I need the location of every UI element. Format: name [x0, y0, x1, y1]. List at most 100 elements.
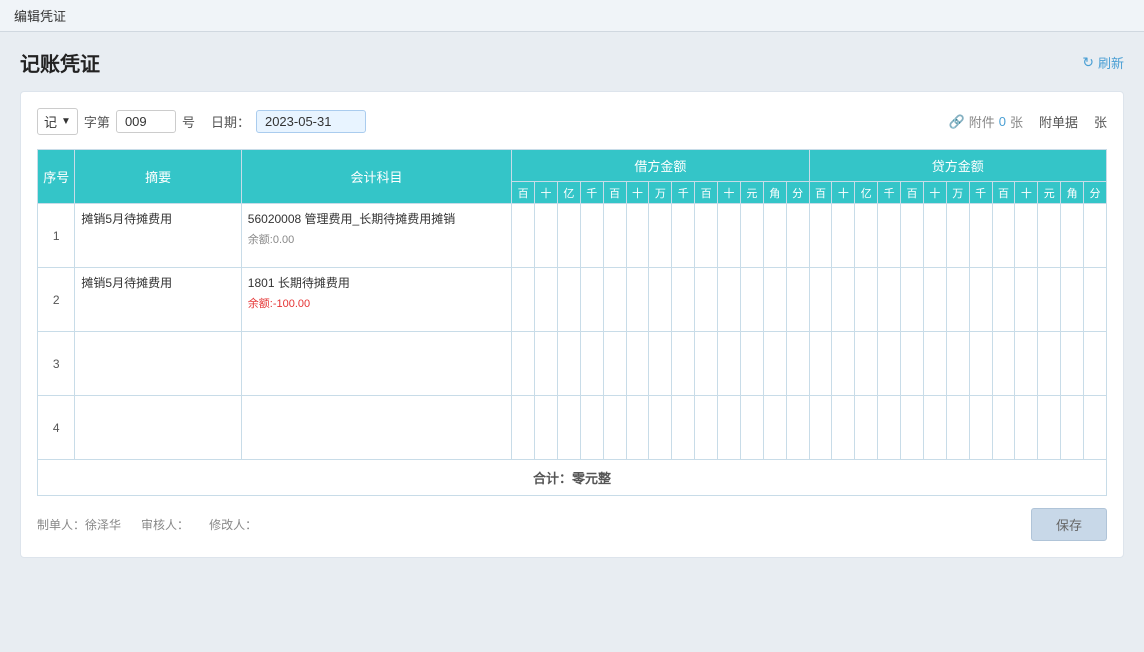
table-row[interactable]: 3 — [38, 332, 1107, 396]
refresh-button[interactable]: ↻ 刷新 — [1082, 53, 1124, 72]
row-credit-digit-1[interactable] — [809, 332, 832, 396]
row-summary[interactable]: 摊销5月待摊费用 — [75, 268, 241, 332]
row-credit-digit-12[interactable] — [1061, 332, 1084, 396]
row-credit-digit-1[interactable] — [809, 396, 832, 460]
row-debit-digit-10[interactable] — [718, 332, 741, 396]
row-credit-digit-12[interactable] — [1061, 268, 1084, 332]
row-credit-digit-12[interactable] — [1061, 396, 1084, 460]
row-credit-digit-4[interactable] — [878, 396, 901, 460]
row-credit-digit-4[interactable] — [878, 204, 901, 268]
row-debit-digit-8[interactable] — [672, 268, 695, 332]
row-debit-digit-10[interactable] — [718, 396, 741, 460]
row-credit-digit-11[interactable] — [1038, 268, 1061, 332]
row-debit-digit-8[interactable] — [672, 332, 695, 396]
voucher-number-input[interactable] — [116, 110, 176, 133]
row-summary[interactable]: 摊销5月待摊费用 — [75, 204, 241, 268]
row-debit-digit-13[interactable] — [786, 332, 809, 396]
row-debit-digit-6[interactable] — [626, 268, 649, 332]
row-debit-digit-5[interactable] — [603, 268, 626, 332]
row-credit-digit-2[interactable] — [832, 332, 855, 396]
row-debit-digit-4[interactable] — [580, 268, 603, 332]
row-debit-digit-3[interactable] — [557, 396, 580, 460]
attachment-link[interactable]: 🔗 附件 0 张 — [949, 112, 1023, 131]
row-credit-digit-6[interactable] — [923, 204, 946, 268]
row-summary[interactable] — [75, 396, 241, 460]
row-debit-digit-8[interactable] — [672, 204, 695, 268]
row-debit-digit-5[interactable] — [603, 396, 626, 460]
row-credit-digit-8[interactable] — [969, 268, 992, 332]
row-debit-digit-2[interactable] — [535, 332, 558, 396]
row-credit-digit-7[interactable] — [946, 268, 969, 332]
table-row[interactable]: 2摊销5月待摊费用1801 长期待摊费用余额:-100.00 — [38, 268, 1107, 332]
row-credit-digit-3[interactable] — [855, 332, 878, 396]
row-credit-digit-6[interactable] — [923, 332, 946, 396]
table-row[interactable]: 4 — [38, 396, 1107, 460]
row-credit-digit-10[interactable] — [1015, 332, 1038, 396]
row-debit-digit-10[interactable] — [718, 204, 741, 268]
row-debit-digit-7[interactable] — [649, 204, 672, 268]
row-credit-digit-7[interactable] — [946, 204, 969, 268]
row-debit-digit-6[interactable] — [626, 332, 649, 396]
row-debit-digit-13[interactable] — [786, 396, 809, 460]
row-credit-digit-3[interactable] — [855, 268, 878, 332]
row-debit-digit-11[interactable] — [740, 396, 763, 460]
row-credit-digit-5[interactable] — [901, 204, 924, 268]
voucher-type-select[interactable]: 记 ▼ — [37, 108, 78, 135]
row-debit-digit-11[interactable] — [740, 332, 763, 396]
row-credit-digit-6[interactable] — [923, 268, 946, 332]
row-credit-digit-2[interactable] — [832, 396, 855, 460]
row-debit-digit-7[interactable] — [649, 396, 672, 460]
row-credit-digit-11[interactable] — [1038, 396, 1061, 460]
attach-single-doc[interactable]: 附单据 — [1039, 112, 1078, 131]
row-debit-digit-7[interactable] — [649, 332, 672, 396]
row-debit-digit-4[interactable] — [580, 332, 603, 396]
row-credit-digit-8[interactable] — [969, 204, 992, 268]
row-credit-digit-4[interactable] — [878, 332, 901, 396]
row-summary[interactable] — [75, 332, 241, 396]
row-debit-digit-5[interactable] — [603, 204, 626, 268]
row-debit-digit-7[interactable] — [649, 268, 672, 332]
row-credit-digit-10[interactable] — [1015, 268, 1038, 332]
row-credit-digit-1[interactable] — [809, 268, 832, 332]
row-credit-digit-1[interactable] — [809, 204, 832, 268]
row-debit-digit-11[interactable] — [740, 204, 763, 268]
row-credit-digit-13[interactable] — [1084, 396, 1107, 460]
row-debit-digit-1[interactable] — [512, 268, 535, 332]
row-debit-digit-12[interactable] — [763, 268, 786, 332]
row-credit-digit-13[interactable] — [1084, 332, 1107, 396]
row-debit-digit-1[interactable] — [512, 204, 535, 268]
row-credit-digit-9[interactable] — [992, 204, 1015, 268]
row-debit-digit-9[interactable] — [695, 204, 718, 268]
row-credit-digit-3[interactable] — [855, 204, 878, 268]
row-debit-digit-2[interactable] — [535, 396, 558, 460]
row-debit-digit-9[interactable] — [695, 268, 718, 332]
row-debit-digit-6[interactable] — [626, 204, 649, 268]
row-credit-digit-8[interactable] — [969, 396, 992, 460]
row-credit-digit-10[interactable] — [1015, 204, 1038, 268]
row-debit-digit-13[interactable] — [786, 268, 809, 332]
row-debit-digit-9[interactable] — [695, 396, 718, 460]
row-credit-digit-9[interactable] — [992, 396, 1015, 460]
save-button[interactable]: 保存 — [1031, 508, 1107, 541]
row-account[interactable]: 1801 长期待摊费用余额:-100.00 — [241, 268, 511, 332]
row-debit-digit-13[interactable] — [786, 204, 809, 268]
row-credit-digit-3[interactable] — [855, 396, 878, 460]
row-debit-digit-8[interactable] — [672, 396, 695, 460]
row-credit-digit-8[interactable] — [969, 332, 992, 396]
row-account[interactable] — [241, 332, 511, 396]
row-debit-digit-11[interactable] — [740, 268, 763, 332]
row-credit-digit-5[interactable] — [901, 332, 924, 396]
date-input[interactable] — [256, 110, 366, 133]
row-credit-digit-6[interactable] — [923, 396, 946, 460]
row-credit-digit-7[interactable] — [946, 332, 969, 396]
row-credit-digit-12[interactable] — [1061, 204, 1084, 268]
row-debit-digit-3[interactable] — [557, 332, 580, 396]
row-debit-digit-5[interactable] — [603, 332, 626, 396]
row-credit-digit-11[interactable] — [1038, 204, 1061, 268]
row-debit-digit-12[interactable] — [763, 332, 786, 396]
row-credit-digit-9[interactable] — [992, 268, 1015, 332]
row-credit-digit-2[interactable] — [832, 204, 855, 268]
row-credit-digit-5[interactable] — [901, 396, 924, 460]
row-credit-digit-7[interactable] — [946, 396, 969, 460]
row-credit-digit-2[interactable] — [832, 268, 855, 332]
